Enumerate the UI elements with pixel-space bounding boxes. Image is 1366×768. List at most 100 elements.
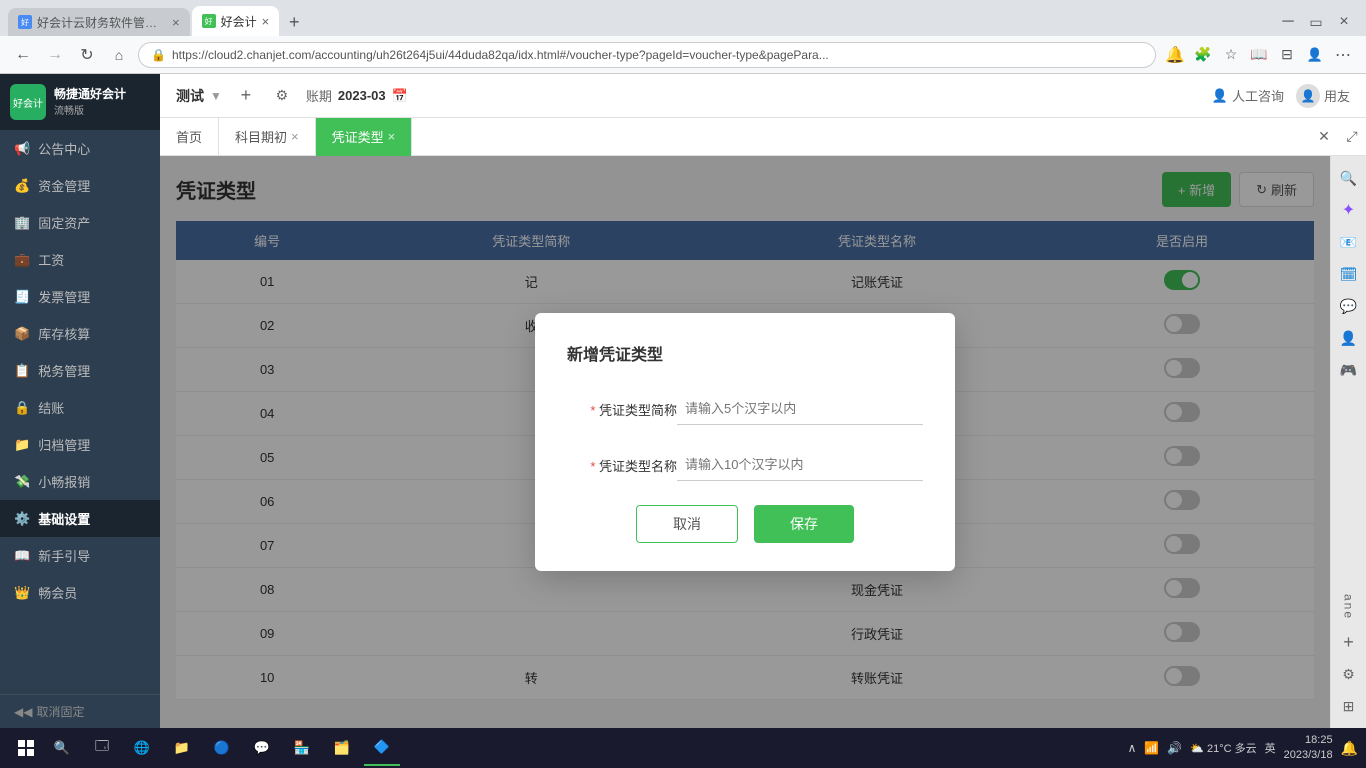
right-gear-btn[interactable]: ⚙ <box>1335 660 1363 688</box>
browser-tools-group: 🔔 🧩 ☆ 📖 ⊟ 👤 ⋯ <box>1162 42 1356 68</box>
right-user-btn[interactable]: 👤 <box>1335 324 1363 352</box>
sidebar-label-closing: 结账 <box>38 398 64 417</box>
minimize-button[interactable]: ─ <box>1274 8 1302 36</box>
browser-profile[interactable]: 👤 <box>1302 42 1328 68</box>
expense-icon: 💸 <box>14 474 30 490</box>
taskbar-edge[interactable]: 🌐 <box>124 730 160 766</box>
sidebar-items: 📢 公告中心 💰 资金管理 🏢 固定资产 💼 工资 🧾 发票管理 📦 库 <box>0 130 160 694</box>
nav-forward[interactable]: → <box>42 42 68 68</box>
right-grid-btn[interactable]: ⊞ <box>1335 692 1363 720</box>
sidebar-label-membership: 畅会员 <box>38 583 77 602</box>
nav-home[interactable]: ⌂ <box>106 42 132 68</box>
user-button[interactable]: 👤 用友 <box>1296 84 1350 108</box>
taskbar: 🔍 🗔 🌐 📁 🔵 💬 🏪 🗂️ 🔷 ∧ 📶 🔊 ⛅ 21°C 多云 英 18:… <box>0 728 1366 768</box>
modal-dialog: 新增凭证类型 * 凭证类型简称 * 凭证类型名称 <box>535 313 955 571</box>
sidebar-item-fixed-assets[interactable]: 🏢 固定资产 <box>0 204 160 241</box>
right-mail-btn[interactable]: 📧 <box>1335 228 1363 256</box>
taskbar-files[interactable]: 🗂️ <box>324 730 360 766</box>
tab-home[interactable]: 首页 <box>160 118 219 156</box>
sidebar-label-settings: 基础设置 <box>38 509 90 528</box>
sidebar-item-inventory[interactable]: 📦 库存核算 <box>0 315 160 352</box>
tab-close-2[interactable]: × <box>262 14 270 29</box>
sidebar-item-closing[interactable]: 🔒 结账 <box>0 389 160 426</box>
company-selector[interactable]: 测试 ▼ <box>176 86 222 106</box>
right-ai-btn[interactable]: ✦ <box>1335 196 1363 224</box>
voucher-types-tab-close[interactable]: × <box>388 129 396 144</box>
address-input[interactable]: 🔒 https://cloud2.chanjet.com/accounting/… <box>138 42 1156 68</box>
nav-back[interactable]: ← <box>10 42 36 68</box>
taskbar-chrome[interactable]: 🔵 <box>204 730 240 766</box>
sidebar-label-invoices: 发票管理 <box>38 287 90 306</box>
save-button[interactable]: 保存 <box>754 505 854 543</box>
sidebar-label-tax: 税务管理 <box>38 361 90 380</box>
sidebar-label-funds: 资金管理 <box>38 176 90 195</box>
right-search-btn[interactable]: 🔍 <box>1335 164 1363 192</box>
period-label: 账期 <box>306 86 332 105</box>
right-teams-btn[interactable]: 💬 <box>1335 292 1363 320</box>
taskbar-up-arrow[interactable]: ∧ <box>1128 741 1137 755</box>
tab-minimize-button[interactable]: ✕ <box>1310 123 1338 151</box>
taskbar-ime[interactable]: 英 <box>1265 740 1276 756</box>
profile-icon[interactable]: 🔔 <box>1162 42 1188 68</box>
read-icon[interactable]: 📖 <box>1246 42 1272 68</box>
inventory-icon: 📦 <box>14 326 30 342</box>
sidebar-item-archive[interactable]: 📁 归档管理 <box>0 426 160 463</box>
add-company-button[interactable]: + <box>234 84 258 108</box>
sidebar-label-expense: 小畅报销 <box>38 472 90 491</box>
sidebar-item-announcements[interactable]: 📢 公告中心 <box>0 130 160 167</box>
taskbar-browser2[interactable]: 🔷 <box>364 730 400 766</box>
sidebar-item-guide[interactable]: 📖 新手引导 <box>0 537 160 574</box>
sidebar-item-settings[interactable]: ⚙️ 基础设置 <box>0 500 160 537</box>
sidebar-item-invoices[interactable]: 🧾 发票管理 <box>0 278 160 315</box>
calendar-icon[interactable]: 📅 <box>392 88 408 104</box>
taskbar-notifications[interactable]: 🔔 <box>1341 740 1358 757</box>
subjects-tab-label: 科目期初 <box>235 127 287 146</box>
tab-close-1[interactable]: × <box>172 15 180 30</box>
split-icon[interactable]: ⊟ <box>1274 42 1300 68</box>
short-name-input[interactable] <box>677 393 923 425</box>
tab-voucher-types[interactable]: 凭证类型 × <box>316 118 413 156</box>
browser-tab-inactive[interactable]: 好 好会计云财务软件管理系统_会计 × <box>8 8 190 36</box>
browser-tab-active[interactable]: 好 好会计 × <box>192 6 280 36</box>
settings-btn[interactable]: ⚙ <box>270 84 294 108</box>
taskbar-network[interactable]: 📶 <box>1144 741 1159 755</box>
user-label: 用友 <box>1324 86 1350 105</box>
nav-refresh[interactable]: ↻ <box>74 42 100 68</box>
taskbar-sound[interactable]: 🔊 <box>1167 741 1182 755</box>
taskbar-search[interactable]: 🔍 <box>44 730 80 766</box>
sidebar-item-payroll[interactable]: 💼 工资 <box>0 241 160 278</box>
taskbar-explorer[interactable]: 📁 <box>164 730 200 766</box>
taskbar-store[interactable]: 🏪 <box>284 730 320 766</box>
user-avatar: 👤 <box>1296 84 1320 108</box>
start-button[interactable] <box>8 730 44 766</box>
sidebar-logo-icon: 好会计 <box>10 84 46 120</box>
browser-menu[interactable]: ⋯ <box>1330 42 1356 68</box>
guide-icon: 📖 <box>14 548 30 564</box>
favorites-icon[interactable]: ☆ <box>1218 42 1244 68</box>
subjects-tab-close[interactable]: × <box>291 129 299 144</box>
sidebar-item-tax[interactable]: 📋 税务管理 <box>0 352 160 389</box>
tab-subjects[interactable]: 科目期初 × <box>219 118 316 156</box>
cancel-button[interactable]: 取消 <box>636 505 738 543</box>
restore-button[interactable]: ▭ <box>1302 8 1330 36</box>
taskbar-wechat[interactable]: 💬 <box>244 730 280 766</box>
right-outlook-btn[interactable]: 🗓 <box>1335 260 1363 288</box>
close-button[interactable]: × <box>1330 8 1358 36</box>
home-tab-label: 首页 <box>176 127 202 146</box>
membership-icon: 👑 <box>14 585 30 601</box>
extensions-icon[interactable]: 🧩 <box>1190 42 1216 68</box>
consult-button[interactable]: 👤 人工咨询 <box>1212 86 1284 105</box>
taskbar-task-view[interactable]: 🗔 <box>84 730 120 766</box>
funds-icon: 💰 <box>14 178 30 194</box>
tab-maximize-button[interactable]: ⤢ <box>1338 123 1366 151</box>
full-name-input[interactable] <box>677 449 923 481</box>
new-tab-button[interactable]: + <box>279 8 309 36</box>
unpin-button[interactable]: ◀◀ 取消固定 <box>0 694 160 728</box>
sidebar-item-funds[interactable]: 💰 资金管理 <box>0 167 160 204</box>
taskbar-clock[interactable]: 18:25 2023/3/18 <box>1284 733 1333 764</box>
sidebar-item-expense[interactable]: 💸 小畅报销 <box>0 463 160 500</box>
right-games-btn[interactable]: 🎮 <box>1335 356 1363 384</box>
sidebar-app-name: 畅捷通好会计 <box>54 87 126 103</box>
sidebar-item-membership[interactable]: 👑 畅会员 <box>0 574 160 611</box>
right-add-btn[interactable]: + <box>1335 628 1363 656</box>
